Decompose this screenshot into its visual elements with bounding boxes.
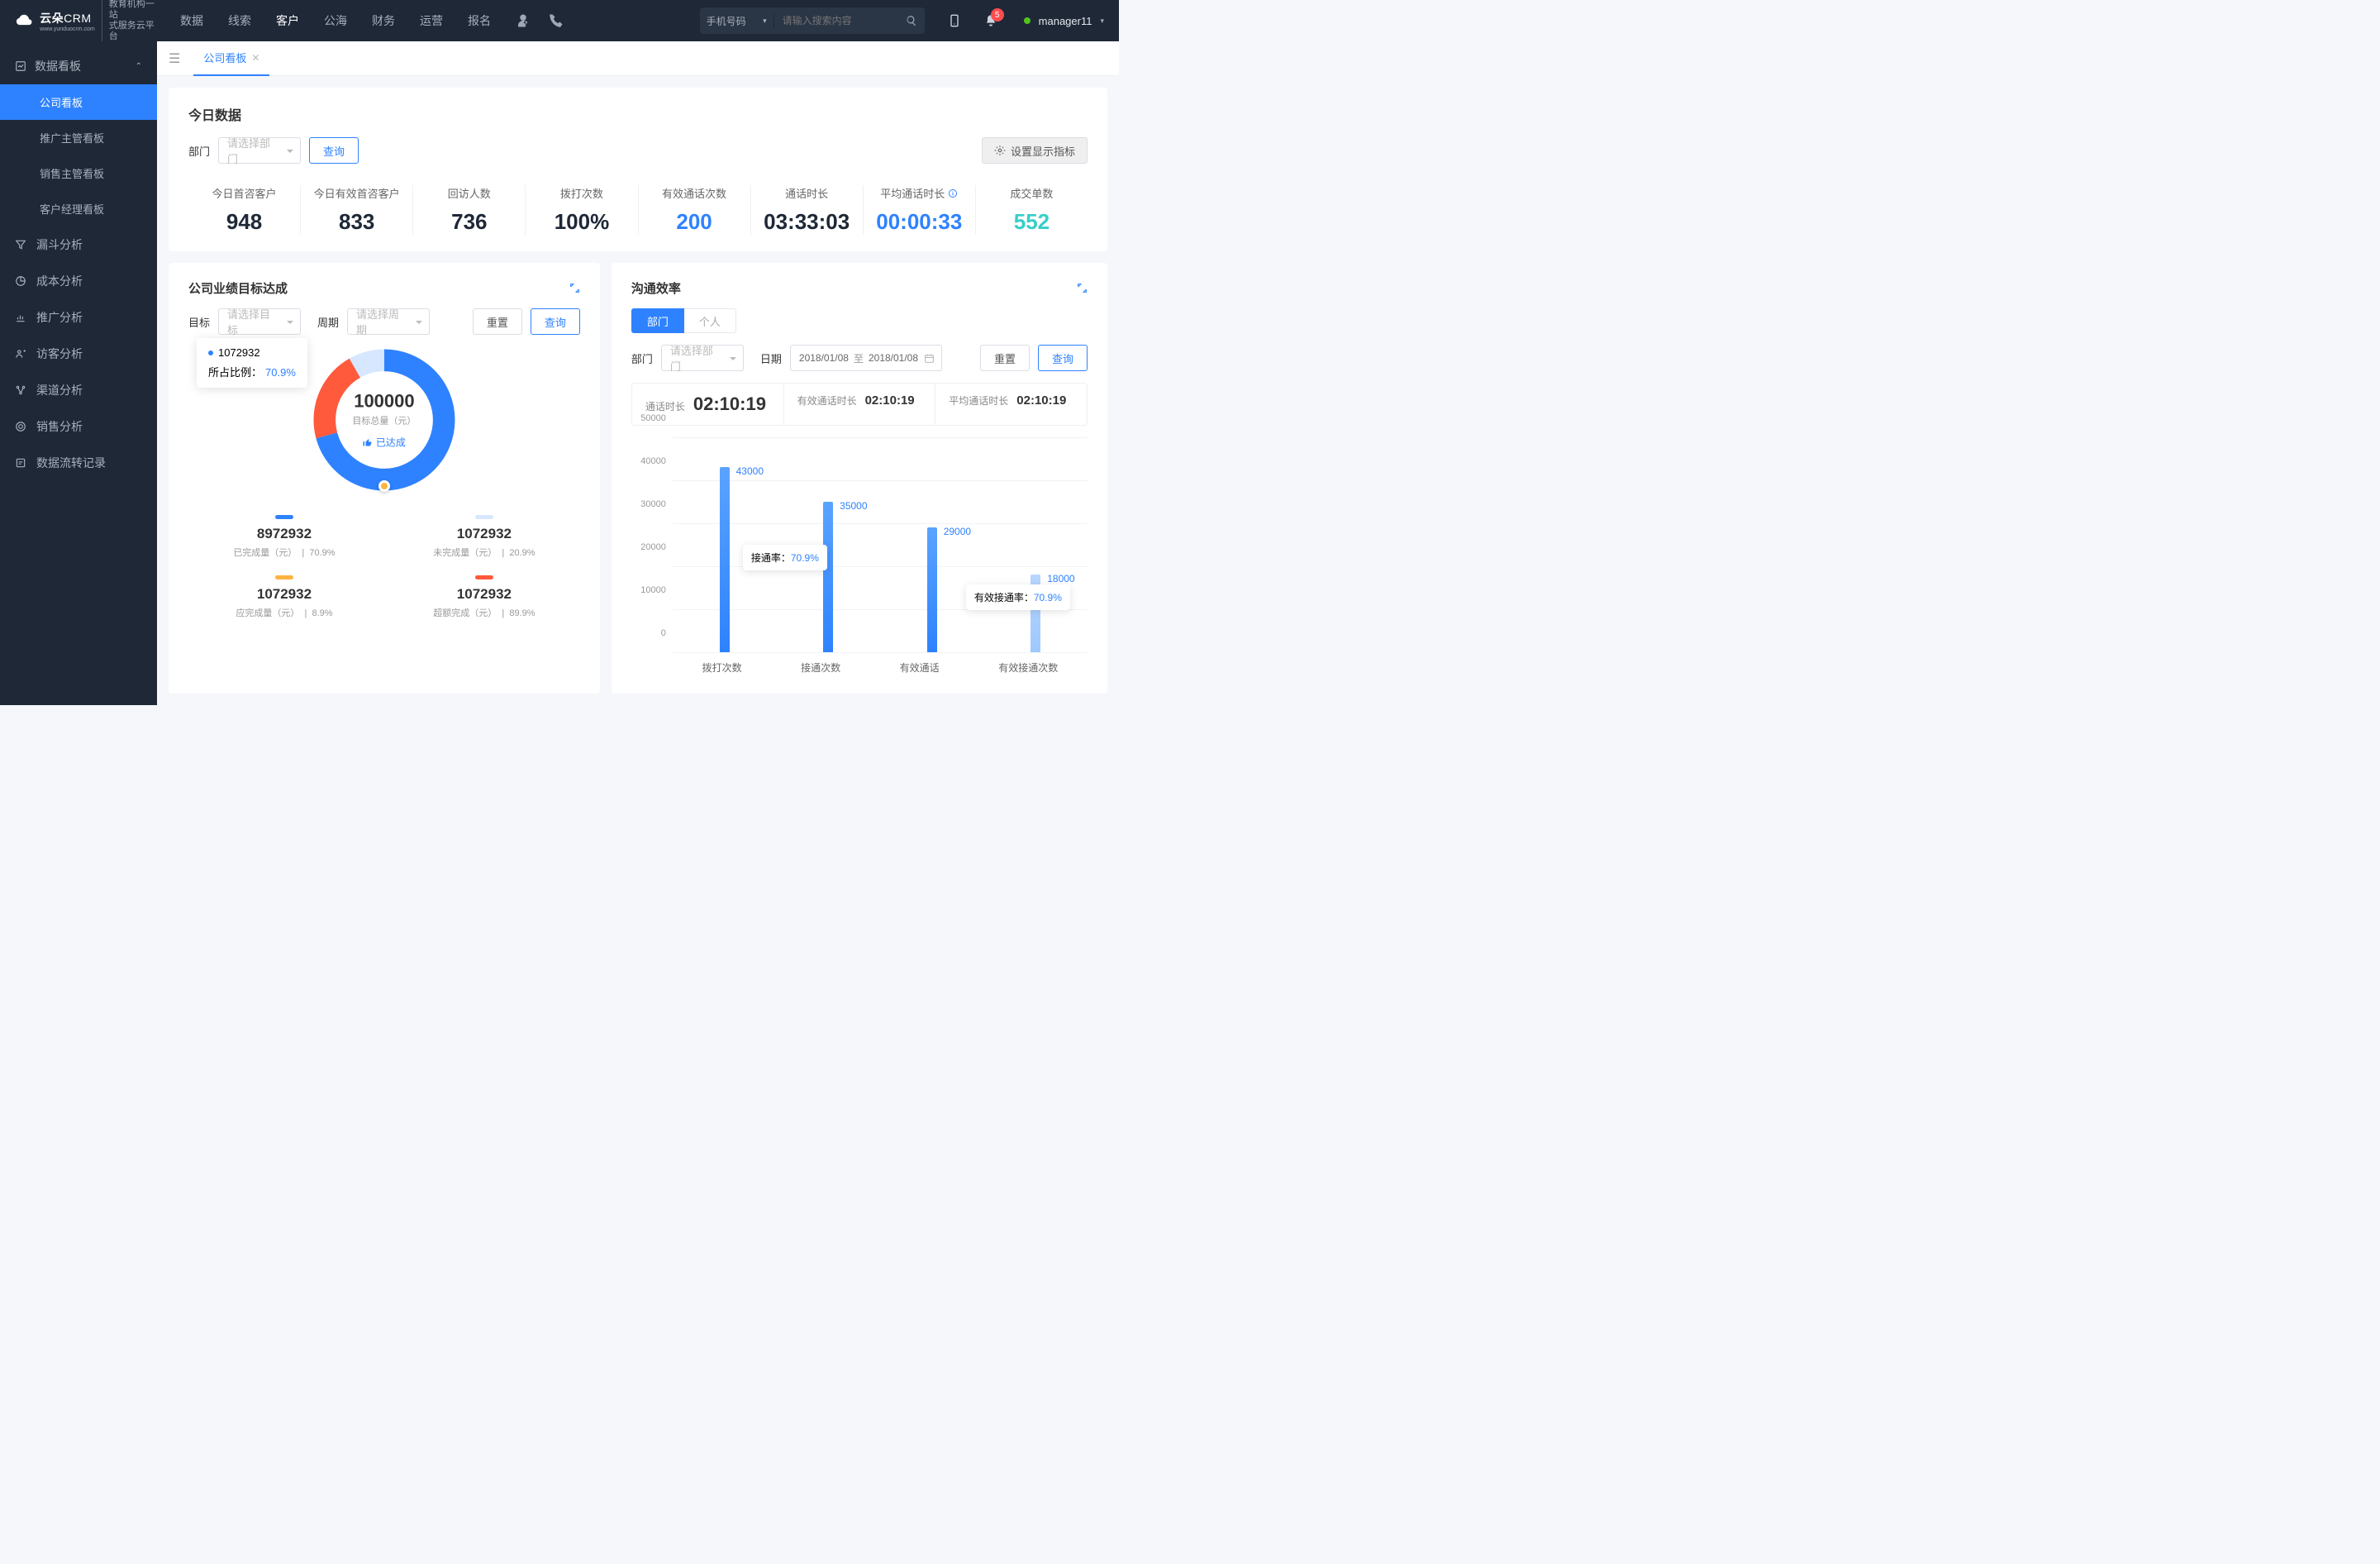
legend-item: 1072932应完成量（元） | 8.9%	[188, 575, 380, 619]
bar: 43000	[720, 467, 730, 652]
stat-item: 今日有效首咨客户833	[301, 185, 413, 235]
segmented-control: 部门 个人	[631, 308, 1088, 333]
search-type-select[interactable]: 手机号码▾	[700, 14, 774, 28]
today-card: 今日数据 部门 请选择部门 查询 设置显示指标 今日首咨客户948今日有效首咨客…	[169, 88, 1107, 251]
today-title: 今日数据	[188, 104, 1088, 124]
tabs-menu-icon[interactable]: ☰	[169, 50, 180, 67]
pie-icon	[15, 275, 26, 287]
legend-item: 1072932超额完成（元） | 89.9%	[388, 575, 580, 619]
gear-icon	[994, 145, 1006, 156]
thumbs-up-icon	[363, 437, 373, 447]
date-range-input[interactable]: 2018/01/08至2018/01/08	[790, 345, 942, 371]
target-select[interactable]: 请选择目标	[218, 308, 301, 335]
expand-icon[interactable]	[569, 283, 580, 293]
target-icon	[15, 421, 26, 432]
nav-leads[interactable]: 线索	[228, 12, 251, 29]
phone-icon[interactable]	[549, 13, 564, 28]
bar: 29000	[927, 527, 937, 652]
tab-company-board[interactable]: 公司看板✕	[193, 41, 269, 76]
close-icon[interactable]: ✕	[251, 52, 259, 64]
legend-item: 8972932已完成量（元） | 70.9%	[188, 515, 380, 559]
summary-item: 平均通话时长02:10:19	[935, 384, 1087, 425]
seg-dept[interactable]: 部门	[631, 308, 684, 333]
top-header: 云朵CRM www.yunduocrm.com 教育机构一站式服务云平台 数据 …	[0, 0, 1119, 41]
stat-item: 成交单数552	[976, 185, 1088, 235]
expand-icon[interactable]	[1077, 283, 1088, 293]
sidebar-sales[interactable]: 销售分析	[0, 408, 157, 445]
period-select[interactable]: 请选择周期	[347, 308, 430, 335]
search-group: 手机号码▾	[700, 7, 925, 34]
page-tabs: ☰ 公司看板✕	[157, 41, 1119, 76]
chevron-up-icon: ⌃	[136, 62, 142, 71]
reset-button[interactable]: 重置	[473, 308, 522, 335]
stat-item: 有效通话次数200	[639, 185, 751, 235]
visitor-icon	[15, 348, 26, 360]
stat-item: 通话时长03:33:03	[751, 185, 864, 235]
dept-select[interactable]: 请选择部门	[218, 137, 301, 164]
sidebar-flow[interactable]: 数据流转记录	[0, 445, 157, 481]
set-metrics-button[interactable]: 设置显示指标	[982, 137, 1088, 164]
eff-dept-select[interactable]: 请选择部门	[661, 345, 744, 371]
nav-public[interactable]: 公海	[324, 12, 347, 29]
goal-donut: 1072932 所占比例：70.9% 100000	[188, 335, 580, 508]
bar: 35000	[823, 502, 833, 652]
logo[interactable]: 云朵CRM www.yunduocrm.com 教育机构一站式服务云平台	[15, 0, 155, 42]
channel-icon	[15, 384, 26, 396]
sidebar-promo[interactable]: 推广分析	[0, 299, 157, 336]
chart-icon	[15, 312, 26, 323]
search-input[interactable]	[774, 15, 898, 26]
nav-finance[interactable]: 财务	[372, 12, 395, 29]
cloud-icon	[15, 12, 33, 30]
status-dot	[1024, 17, 1031, 24]
bell-icon[interactable]: 5	[984, 13, 997, 28]
summary-item: 有效通话时长02:10:19	[784, 384, 936, 425]
mobile-icon[interactable]	[948, 13, 961, 28]
sidebar-cost[interactable]: 成本分析	[0, 263, 157, 299]
dashboard-icon	[15, 60, 26, 72]
stat-item: 今日首咨客户948	[188, 185, 301, 235]
efficiency-card: 沟通效率 部门 个人 部门 请选择部门 日期 2018/01/08至2018/0…	[612, 263, 1107, 694]
callout-effective-rate: 有效接通率：70.9%	[966, 584, 1070, 610]
stat-item: 拨打次数100%	[526, 185, 638, 235]
nav-customers[interactable]: 客户	[276, 12, 299, 29]
sidebar-channel[interactable]: 渠道分析	[0, 372, 157, 408]
sidebar-item-company[interactable]: 公司看板	[0, 84, 157, 120]
sidebar-group-dashboard[interactable]: 数据看板 ⌃	[0, 48, 157, 84]
stat-item: 平均通话时长00:00:33	[864, 185, 976, 235]
nav-operation[interactable]: 运营	[420, 12, 443, 29]
funnel-icon	[15, 239, 26, 250]
nav-data[interactable]: 数据	[180, 12, 203, 29]
search-icon	[906, 15, 917, 26]
sidebar-item-sales-lead[interactable]: 销售主管看板	[0, 155, 157, 191]
search-button[interactable]	[898, 7, 925, 34]
bar-chart: 01000020000300004000050000 4300035000290…	[631, 437, 1088, 677]
seg-personal[interactable]: 个人	[684, 308, 736, 333]
flow-icon	[15, 457, 26, 469]
legend-item: 1072932未完成量（元） | 20.9%	[388, 515, 580, 559]
sidebar-item-account-mgr[interactable]: 客户经理看板	[0, 191, 157, 226]
stat-item: 回访人数736	[413, 185, 526, 235]
add-user-icon[interactable]	[516, 13, 531, 28]
donut-tooltip: 1072932 所占比例：70.9%	[197, 338, 307, 388]
goal-query-button[interactable]: 查询	[531, 308, 580, 335]
callout-connect-rate: 接通率：70.9%	[743, 545, 827, 570]
info-icon	[948, 188, 958, 198]
goal-card: 公司业绩目标达成 目标 请选择目标 周期 请选择周期 重置 查询 1072932	[169, 263, 600, 694]
user-menu[interactable]: manager11▾	[1024, 15, 1104, 27]
main-nav: 数据 线索 客户 公海 财务 运营 报名	[180, 12, 491, 29]
nav-signup[interactable]: 报名	[468, 12, 491, 29]
sidebar: 数据看板 ⌃ 公司看板 推广主管看板 销售主管看板 客户经理看板 漏斗分析 成本…	[0, 41, 157, 705]
eff-reset-button[interactable]: 重置	[980, 345, 1030, 371]
sidebar-funnel[interactable]: 漏斗分析	[0, 226, 157, 263]
calendar-icon	[924, 353, 935, 364]
query-button[interactable]: 查询	[309, 137, 359, 164]
content-area: ☰ 公司看板✕ 今日数据 部门 请选择部门 查询 设置显示指标 今日首咨客户94…	[157, 41, 1119, 705]
sidebar-item-promo-lead[interactable]: 推广主管看板	[0, 120, 157, 155]
sidebar-visitor[interactable]: 访客分析	[0, 336, 157, 372]
eff-query-button[interactable]: 查询	[1038, 345, 1088, 371]
